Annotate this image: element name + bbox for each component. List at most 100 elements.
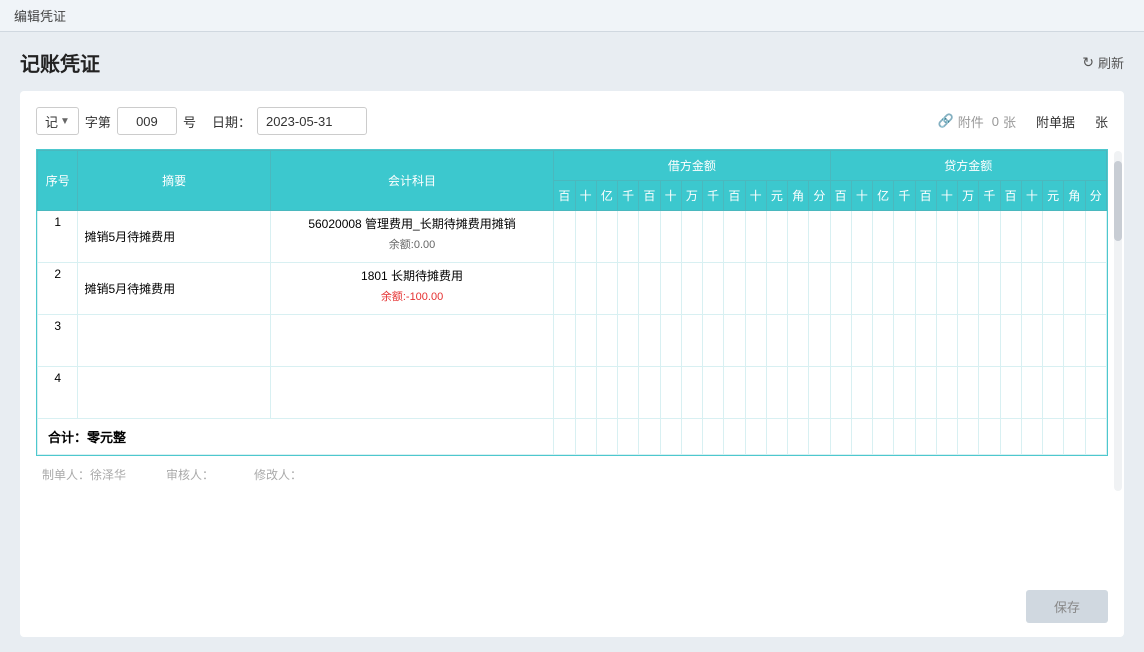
debit-cell-2-0[interactable] [554,315,575,367]
type-select[interactable]: 记 ▼ [36,107,79,135]
debit-cell-3-11[interactable] [788,367,809,419]
debit-cell-0-8[interactable] [724,211,745,263]
voucher-number-input[interactable] [117,107,177,135]
credit-cell-1-10[interactable] [1043,263,1064,315]
debit-cell-2-10[interactable] [766,315,787,367]
debit-cell-3-3[interactable] [618,367,639,419]
credit-cell-1-11[interactable] [1064,263,1085,315]
credit-cell-0-4[interactable] [915,211,936,263]
debit-cell-2-7[interactable] [703,315,724,367]
credit-cell-3-11[interactable] [1064,367,1085,419]
row-account-3[interactable] [270,367,553,419]
debit-cell-1-9[interactable] [745,263,766,315]
table-row[interactable]: 4 [38,367,1107,419]
save-button[interactable]: 保存 [1026,590,1108,623]
credit-cell-1-3[interactable] [894,263,915,315]
table-row[interactable]: 2摊销5月待摊费用1801 长期待摊费用余额:-100.00 [38,263,1107,315]
credit-cell-2-2[interactable] [873,315,894,367]
debit-cell-1-12[interactable] [809,263,830,315]
credit-cell-1-5[interactable] [936,263,957,315]
credit-cell-3-10[interactable] [1043,367,1064,419]
debit-cell-0-5[interactable] [660,211,681,263]
debit-cell-3-8[interactable] [724,367,745,419]
credit-cell-3-8[interactable] [1000,367,1021,419]
debit-cell-3-0[interactable] [554,367,575,419]
credit-cell-0-5[interactable] [936,211,957,263]
credit-cell-1-8[interactable] [1000,263,1021,315]
attach-dan-button[interactable]: 附单据 [1036,112,1075,131]
credit-cell-2-7[interactable] [979,315,1000,367]
debit-cell-2-11[interactable] [788,315,809,367]
credit-cell-0-6[interactable] [958,211,979,263]
debit-cell-2-8[interactable] [724,315,745,367]
debit-cell-0-12[interactable] [809,211,830,263]
row-account-1[interactable]: 1801 长期待摊费用余额:-100.00 [270,263,553,315]
debit-cell-0-2[interactable] [596,211,617,263]
credit-cell-2-10[interactable] [1043,315,1064,367]
debit-cell-1-0[interactable] [554,263,575,315]
debit-cell-3-2[interactable] [596,367,617,419]
credit-cell-0-11[interactable] [1064,211,1085,263]
credit-cell-0-0[interactable] [830,211,851,263]
debit-cell-2-5[interactable] [660,315,681,367]
debit-cell-2-2[interactable] [596,315,617,367]
debit-cell-1-4[interactable] [639,263,660,315]
debit-cell-3-6[interactable] [681,367,702,419]
debit-cell-3-10[interactable] [766,367,787,419]
credit-cell-3-6[interactable] [958,367,979,419]
credit-cell-1-7[interactable] [979,263,1000,315]
credit-cell-2-3[interactable] [894,315,915,367]
credit-cell-1-6[interactable] [958,263,979,315]
credit-cell-2-1[interactable] [851,315,872,367]
date-input[interactable] [257,107,367,135]
debit-cell-0-6[interactable] [681,211,702,263]
credit-cell-1-9[interactable] [1021,263,1042,315]
debit-cell-2-4[interactable] [639,315,660,367]
debit-cell-3-4[interactable] [639,367,660,419]
debit-cell-1-7[interactable] [703,263,724,315]
debit-cell-1-6[interactable] [681,263,702,315]
credit-cell-0-1[interactable] [851,211,872,263]
credit-cell-0-3[interactable] [894,211,915,263]
debit-cell-0-1[interactable] [575,211,596,263]
row-account-0[interactable]: 56020008 管理费用_长期待摊费用摊销余额:0.00 [270,211,553,263]
credit-cell-2-12[interactable] [1085,315,1107,367]
debit-cell-1-10[interactable] [766,263,787,315]
credit-cell-2-9[interactable] [1021,315,1042,367]
credit-cell-2-6[interactable] [958,315,979,367]
attachment-link[interactable]: 🔗 附件 0 张 [938,112,1016,131]
credit-cell-0-10[interactable] [1043,211,1064,263]
credit-cell-0-9[interactable] [1021,211,1042,263]
credit-cell-0-8[interactable] [1000,211,1021,263]
credit-cell-1-4[interactable] [915,263,936,315]
credit-cell-3-12[interactable] [1085,367,1107,419]
row-summary-0[interactable]: 摊销5月待摊费用 [78,211,270,263]
debit-cell-0-0[interactable] [554,211,575,263]
credit-cell-3-3[interactable] [894,367,915,419]
debit-cell-0-10[interactable] [766,211,787,263]
debit-cell-2-12[interactable] [809,315,830,367]
credit-cell-3-4[interactable] [915,367,936,419]
debit-cell-2-9[interactable] [745,315,766,367]
credit-cell-3-9[interactable] [1021,367,1042,419]
debit-cell-1-3[interactable] [618,263,639,315]
credit-cell-3-0[interactable] [830,367,851,419]
debit-cell-0-9[interactable] [745,211,766,263]
debit-cell-2-6[interactable] [681,315,702,367]
row-summary-2[interactable] [78,315,270,367]
credit-cell-1-12[interactable] [1085,263,1107,315]
debit-cell-1-5[interactable] [660,263,681,315]
credit-cell-0-12[interactable] [1085,211,1107,263]
credit-cell-2-11[interactable] [1064,315,1085,367]
debit-cell-1-11[interactable] [788,263,809,315]
row-summary-3[interactable] [78,367,270,419]
debit-cell-0-4[interactable] [639,211,660,263]
credit-cell-0-2[interactable] [873,211,894,263]
credit-cell-3-7[interactable] [979,367,1000,419]
refresh-button[interactable]: ↻ 刷新 [1082,53,1124,72]
credit-cell-1-0[interactable] [830,263,851,315]
credit-cell-3-5[interactable] [936,367,957,419]
debit-cell-1-2[interactable] [596,263,617,315]
debit-cell-1-1[interactable] [575,263,596,315]
credit-cell-2-8[interactable] [1000,315,1021,367]
